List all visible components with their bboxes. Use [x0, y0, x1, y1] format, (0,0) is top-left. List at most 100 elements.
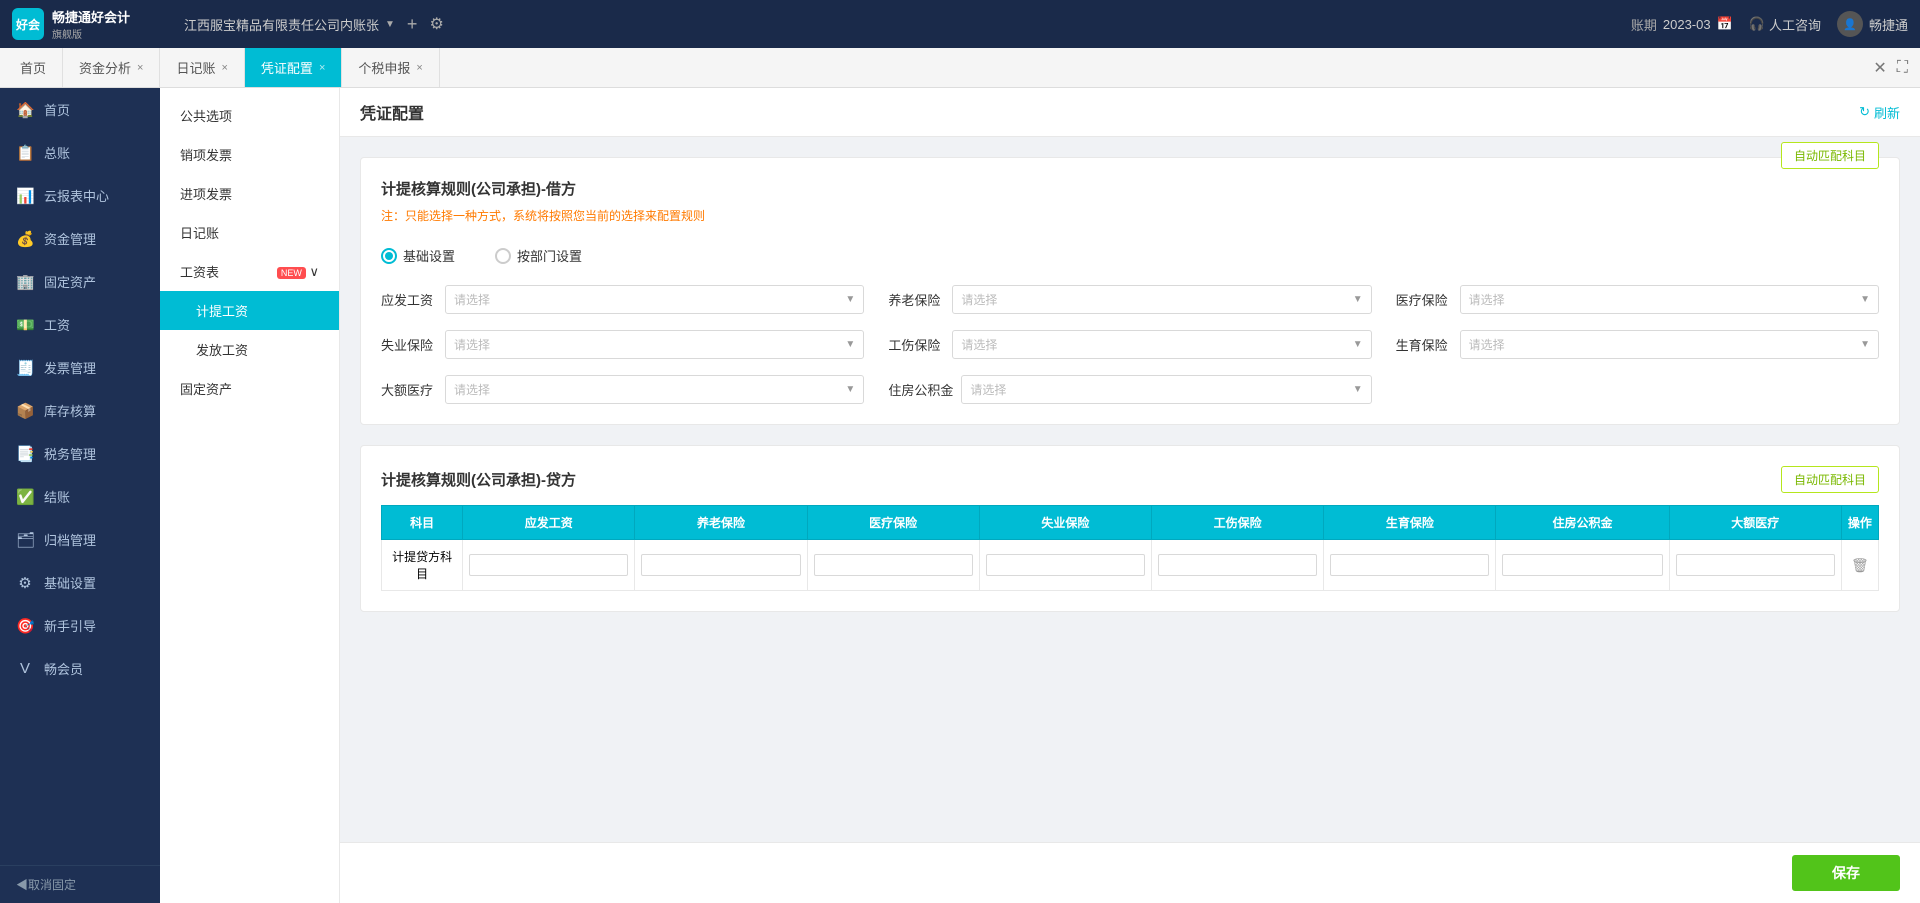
radio-dept[interactable]: 按部门设置 — [495, 246, 582, 265]
select-pension[interactable]: 请选择 ▼ — [952, 285, 1371, 314]
period-selector[interactable]: 账期 2023-03 📅 — [1631, 15, 1733, 34]
cell-housing[interactable] — [1496, 540, 1669, 591]
chart-icon: 📊 — [16, 187, 34, 205]
select-unemployment[interactable]: 请选择 ▼ — [445, 330, 864, 359]
debit-card: 计提核算规则(公司承担)-借方 注：只能选择一种方式，系统将按照您当前的选择来配… — [360, 157, 1900, 425]
chevron-down-icon: ▼ — [845, 294, 855, 305]
credit-table: 科目 应发工资 养老保险 医疗保险 失业保险 工伤保险 生育保险 住房公积金 大… — [381, 505, 1879, 591]
close-icon[interactable]: × — [416, 62, 422, 74]
chevron-down-icon: ▼ — [845, 339, 855, 350]
credit-card: 计提核算规则(公司承担)-贷方 自动匹配科目 科目 应发工资 养老保险 医疗保险… — [360, 445, 1900, 612]
scroll-area: 计提核算规则(公司承担)-借方 注：只能选择一种方式，系统将按照您当前的选择来配… — [340, 137, 1920, 842]
delete-row-button[interactable]: 🗑 — [1851, 557, 1869, 573]
leftnav-payroll-group[interactable]: 工资表 NEW ∨ — [160, 252, 339, 291]
archive-icon: 🗂 — [16, 531, 34, 549]
leftnav-purchase-invoice[interactable]: 进项发票 — [160, 174, 339, 213]
sidebar-item-archive[interactable]: 🗂 归档管理 — [0, 518, 160, 561]
sidebar-item-invoice[interactable]: 🧾 发票管理 — [0, 346, 160, 389]
cell-unemployment[interactable] — [979, 540, 1151, 591]
sidebar-item-inventory[interactable]: 📦 库存核算 — [0, 389, 160, 432]
box-icon: 📦 — [16, 402, 34, 420]
col-action: 操作 — [1841, 506, 1878, 540]
radio-basic[interactable]: 基础设置 — [381, 246, 455, 265]
add-button[interactable]: + — [407, 14, 418, 35]
service-label: 人工咨询 — [1769, 15, 1821, 34]
user-area[interactable]: 👤 畅捷通 — [1837, 11, 1908, 37]
field-maternity: 生育保险 请选择 ▼ — [1396, 330, 1879, 359]
calendar-icon[interactable]: 📅 — [1717, 16, 1733, 32]
input-maternity[interactable] — [1330, 554, 1489, 576]
input-large-medical[interactable] — [1676, 554, 1835, 576]
col-maternity: 生育保险 — [1324, 506, 1496, 540]
select-large-medical[interactable]: 请选择 ▼ — [445, 375, 864, 404]
input-work-injury[interactable] — [1158, 554, 1317, 576]
tax-icon: 📑 — [16, 445, 34, 463]
close-icon[interactable]: × — [319, 62, 325, 74]
sidebar-item-assets[interactable]: 🏢 固定资产 — [0, 260, 160, 303]
leftnav-sales-invoice[interactable]: 销项发票 — [160, 135, 339, 174]
sidebar-item-tax[interactable]: 📑 税务管理 — [0, 432, 160, 475]
sidebar-item-reports[interactable]: 📊 云报表中心 — [0, 174, 160, 217]
tab-journal[interactable]: 日记账 × — [160, 48, 244, 87]
input-gross[interactable] — [469, 554, 628, 576]
select-medical[interactable]: 请选择 ▼ — [1460, 285, 1879, 314]
field-medical: 医疗保险 请选择 ▼ — [1396, 285, 1879, 314]
auto-match-credit-button[interactable]: 自动匹配科目 — [1781, 466, 1879, 493]
page-title: 凭证配置 — [360, 100, 424, 124]
close-window-icon[interactable]: ✕ — [1873, 58, 1886, 78]
select-work-injury[interactable]: 请选择 ▼ — [952, 330, 1371, 359]
refresh-button[interactable]: ↻ 刷新 — [1859, 103, 1900, 122]
new-badge: NEW — [277, 267, 306, 279]
main-panel: 凭证配置 ↻ 刷新 计提核算规则(公司承担)-借方 注：只能选择一种方式，系统将… — [340, 88, 1920, 903]
tab-voucher-config[interactable]: 凭证配置 × — [245, 48, 342, 87]
leftnav-fixed-assets[interactable]: 固定资产 — [160, 369, 339, 408]
cell-gross[interactable] — [463, 540, 635, 591]
guide-icon: 🎯 — [16, 617, 34, 635]
leftnav-pay-salary[interactable]: 发放工资 — [160, 330, 339, 369]
sidebar-item-fund[interactable]: 💰 资金管理 — [0, 217, 160, 260]
save-button[interactable]: 保存 — [1792, 855, 1900, 891]
sidebar-item-ledger[interactable]: 📋 总账 — [0, 131, 160, 174]
input-pension[interactable] — [641, 554, 800, 576]
auto-match-debit-button[interactable]: 自动匹配科目 — [1781, 142, 1879, 169]
company-selector[interactable]: 江西服宝精品有限责任公司内账张 ▼ — [184, 15, 395, 34]
sidebar-item-close[interactable]: ✅ 结账 — [0, 475, 160, 518]
settings-icon: ⚙ — [16, 574, 34, 592]
input-unemployment[interactable] — [986, 554, 1145, 576]
sidebar-item-guide[interactable]: 🎯 新手引导 — [0, 604, 160, 647]
cell-medical[interactable] — [807, 540, 979, 591]
maximize-icon[interactable]: ⛶ — [1897, 59, 1908, 77]
tab-capital[interactable]: 资金分析 × — [63, 48, 160, 87]
cancel-fixed-button[interactable]: ◀取消固定 — [0, 865, 160, 903]
leftnav-journal[interactable]: 日记账 — [160, 213, 339, 252]
tab-tax[interactable]: 个税申报 × — [342, 48, 439, 87]
cell-pension[interactable] — [635, 540, 807, 591]
chevron-down-icon: ▼ — [1353, 294, 1363, 305]
chevron-down-icon: ▼ — [1353, 339, 1363, 350]
select-maternity[interactable]: 请选择 ▼ — [1460, 330, 1879, 359]
headset-icon: 🎧 — [1749, 16, 1765, 32]
input-housing[interactable] — [1502, 554, 1662, 576]
credit-card-header: 计提核算规则(公司承担)-贷方 自动匹配科目 — [381, 466, 1879, 493]
select-gross-salary[interactable]: 请选择 ▼ — [445, 285, 864, 314]
service-button[interactable]: 🎧 人工咨询 — [1749, 15, 1821, 34]
leftnav-public[interactable]: 公共选项 — [160, 96, 339, 135]
close-icon[interactable]: × — [221, 62, 227, 74]
input-medical[interactable] — [814, 554, 973, 576]
sidebar-item-salary[interactable]: 💵 工资 — [0, 303, 160, 346]
close-icon[interactable]: × — [137, 62, 143, 74]
field-gross-salary: 应发工资 请选择 ▼ — [381, 285, 864, 314]
field-unemployment: 失业保险 请选择 ▼ — [381, 330, 864, 359]
col-gross: 应发工资 — [463, 506, 635, 540]
col-work-injury: 工伤保险 — [1152, 506, 1324, 540]
cell-work-injury[interactable] — [1152, 540, 1324, 591]
select-housing-fund[interactable]: 请选择 ▼ — [961, 375, 1371, 404]
cell-maternity[interactable] — [1324, 540, 1496, 591]
tab-home[interactable]: 首页 — [4, 48, 63, 87]
gear-icon[interactable]: ⚙ — [429, 14, 443, 34]
sidebar-item-vip[interactable]: V 畅会员 — [0, 647, 160, 690]
leftnav-accrue-salary[interactable]: 计提工资 — [160, 291, 339, 330]
cell-large-medical[interactable] — [1669, 540, 1841, 591]
sidebar-item-settings[interactable]: ⚙ 基础设置 — [0, 561, 160, 604]
sidebar-item-home[interactable]: 🏠 首页 — [0, 88, 160, 131]
